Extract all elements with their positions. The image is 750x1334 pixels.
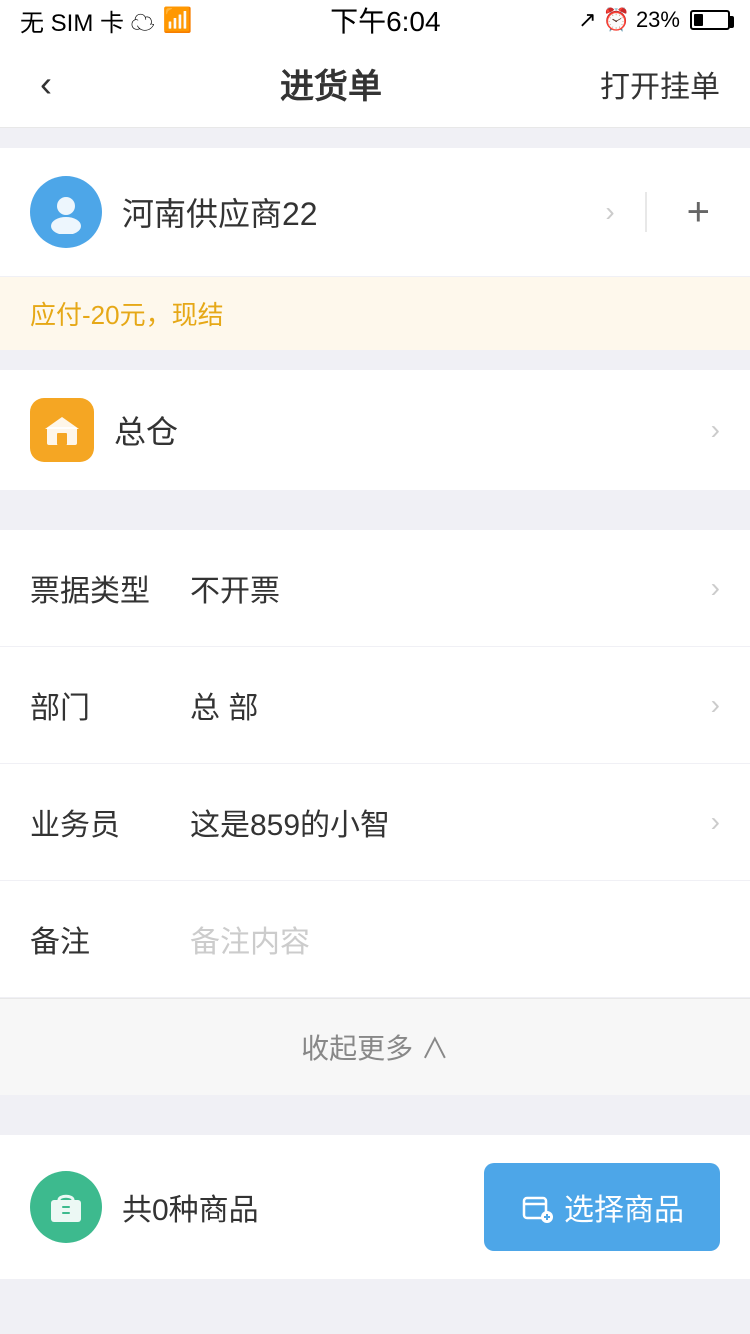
invoice-chevron-icon: › bbox=[711, 572, 720, 604]
back-button[interactable]: ‹ bbox=[30, 53, 62, 115]
supplier-section: 河南供应商22 › + 应付-20元，现结 bbox=[0, 148, 750, 350]
dept-chevron-icon: › bbox=[711, 689, 720, 721]
supplier-divider bbox=[645, 192, 647, 232]
invoice-row[interactable]: 票据类型 不开票 › bbox=[0, 530, 750, 647]
remark-input[interactable]: 备注内容 bbox=[170, 917, 720, 961]
dept-label: 部门 bbox=[30, 683, 170, 727]
product-icon bbox=[30, 1171, 102, 1243]
select-product-label: 选择商品 bbox=[564, 1185, 684, 1229]
location-icon: ↗ bbox=[578, 7, 596, 33]
product-count: 共0种商品 bbox=[122, 1185, 464, 1229]
nav-bar: ‹ 进货单 打开挂单 bbox=[0, 40, 750, 128]
form-section: 票据类型 不开票 › 部门 总 部 › 业务员 这是859的小智 › 备注 备注… bbox=[0, 530, 750, 1095]
select-product-button[interactable]: 选择商品 bbox=[484, 1163, 720, 1251]
warehouse-name: 总仓 bbox=[114, 407, 691, 453]
battery-icon bbox=[690, 10, 730, 30]
open-pending-button[interactable]: 打开挂单 bbox=[600, 62, 720, 106]
staff-value: 这是859的小智 bbox=[170, 800, 711, 844]
status-right: ↗ ⏰ 23% bbox=[578, 7, 730, 33]
section-gap-4 bbox=[0, 1095, 750, 1115]
warehouse-chevron-icon: › bbox=[711, 414, 720, 446]
notice-bar: 应付-20元，现结 bbox=[0, 277, 750, 350]
dept-row[interactable]: 部门 总 部 › bbox=[0, 647, 750, 764]
warehouse-icon bbox=[30, 398, 94, 462]
section-gap-3 bbox=[0, 490, 750, 510]
invoice-label: 票据类型 bbox=[30, 566, 170, 610]
status-bar: 无 SIM 卡 ☁ 📶 下午6:04 ↗ ⏰ 23% bbox=[0, 0, 750, 40]
staff-row[interactable]: 业务员 这是859的小智 › bbox=[0, 764, 750, 881]
supplier-row[interactable]: 河南供应商22 › + bbox=[0, 148, 750, 277]
status-time: 下午6:04 bbox=[330, 0, 441, 40]
remark-label: 备注 bbox=[30, 917, 170, 961]
collapse-button[interactable]: 收起更多 ∧ bbox=[0, 998, 750, 1095]
page-title: 进货单 bbox=[280, 59, 382, 108]
staff-chevron-icon: › bbox=[711, 806, 720, 838]
wifi-icon: 📶 bbox=[163, 6, 193, 35]
section-gap-1 bbox=[0, 128, 750, 148]
supplier-chevron-icon: › bbox=[605, 196, 614, 228]
staff-label: 业务员 bbox=[30, 800, 170, 844]
supplier-name: 河南供应商22 bbox=[122, 189, 585, 235]
alarm-icon: ⏰ bbox=[603, 7, 630, 33]
status-left: 无 SIM 卡 ☁ 📶 bbox=[20, 3, 193, 38]
invoice-value: 不开票 bbox=[170, 566, 711, 610]
section-gap-2 bbox=[0, 350, 750, 370]
remark-row[interactable]: 备注 备注内容 bbox=[0, 881, 750, 998]
dept-value: 总 部 bbox=[170, 683, 711, 727]
battery-percent: 23% bbox=[636, 7, 680, 33]
supplier-avatar bbox=[30, 176, 102, 248]
warehouse-row[interactable]: 总仓 › bbox=[0, 370, 750, 490]
sim-label: 无 SIM 卡 ☁ bbox=[20, 3, 155, 38]
products-section: 共0种商品 选择商品 bbox=[0, 1135, 750, 1279]
warehouse-section: 总仓 › bbox=[0, 370, 750, 490]
add-supplier-button[interactable]: + bbox=[677, 190, 720, 235]
